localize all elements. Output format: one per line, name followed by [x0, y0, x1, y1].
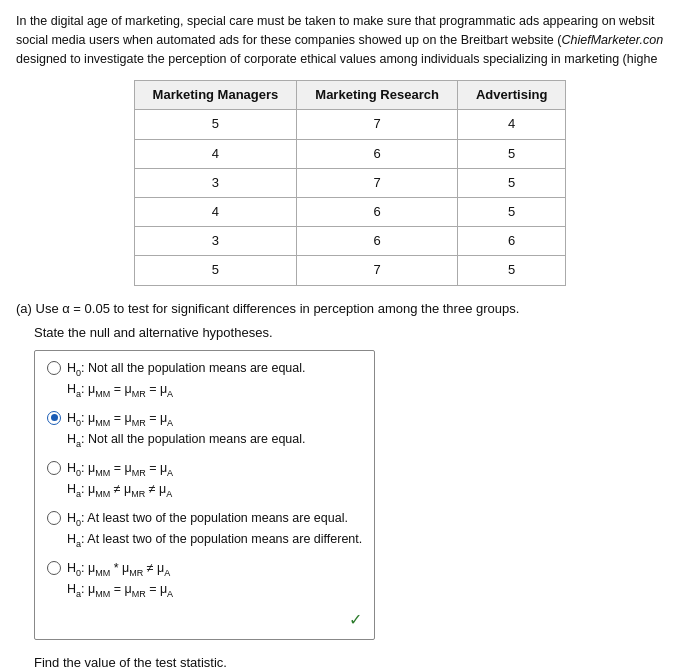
table-cell: 6	[457, 227, 566, 256]
hypotheses-checkmark: ✓	[349, 611, 362, 628]
hypothesis-option-2[interactable]: H0: μMM = μMR = μA Ha: Not all the popul…	[47, 409, 362, 451]
table-cell: 7	[297, 256, 458, 285]
radio-opt3[interactable]	[47, 461, 61, 475]
hyp-text-1: H0: Not all the population means are equ…	[67, 359, 306, 401]
hypothesis-option-4[interactable]: H0: At least two of the population means…	[47, 509, 362, 551]
table-cell: 5	[457, 256, 566, 285]
table-cell: 4	[457, 110, 566, 139]
table-row: 366	[134, 227, 566, 256]
hypotheses-box: H0: Not all the population means are equ…	[34, 350, 375, 640]
table-row: 575	[134, 256, 566, 285]
table-cell: 5	[457, 168, 566, 197]
hypothesis-option-5[interactable]: H0: μMM * μMR ≠ μA Ha: μMM = μMR = μA	[47, 559, 362, 601]
table-row: 465	[134, 139, 566, 168]
table-cell: 5	[134, 110, 297, 139]
table-cell: 6	[297, 139, 458, 168]
radio-opt2[interactable]	[47, 411, 61, 425]
table-cell: 7	[297, 110, 458, 139]
table-cell: 3	[134, 168, 297, 197]
col-header-mm: Marketing Managers	[134, 81, 297, 110]
table-cell: 5	[457, 198, 566, 227]
hypothesis-option-1[interactable]: H0: Not all the population means are equ…	[47, 359, 362, 401]
table-cell: 3	[134, 227, 297, 256]
table-cell: 4	[134, 139, 297, 168]
radio-opt4[interactable]	[47, 511, 61, 525]
table-cell: 5	[457, 139, 566, 168]
part-a-label: (a) Use α = 0.05 to test for significant…	[16, 300, 684, 318]
table-cell: 6	[297, 227, 458, 256]
col-header-mr: Marketing Research	[297, 81, 458, 110]
table-cell: 6	[297, 198, 458, 227]
radio-opt1[interactable]	[47, 361, 61, 375]
table-row: 375	[134, 168, 566, 197]
radio-opt5[interactable]	[47, 561, 61, 575]
hyp-text-5: H0: μMM * μMR ≠ μA Ha: μMM = μMR = μA	[67, 559, 173, 601]
hyp-text-4: H0: At least two of the population means…	[67, 509, 362, 551]
intro-text: In the digital age of marketing, special…	[16, 12, 684, 68]
table-cell: 5	[134, 256, 297, 285]
hyp-text-3: H0: μMM = μMR = μA Ha: μMM ≠ μMR ≠ μA	[67, 459, 173, 501]
find-statistic-label: Find the value of the test statistic.	[34, 654, 684, 670]
state-label: State the null and alternative hypothese…	[34, 324, 684, 342]
table-cell: 4	[134, 198, 297, 227]
table-row: 574	[134, 110, 566, 139]
hypothesis-option-3[interactable]: H0: μMM = μMR = μA Ha: μMM ≠ μMR ≠ μA	[47, 459, 362, 501]
col-header-adv: Advertising	[457, 81, 566, 110]
table-row: 465	[134, 198, 566, 227]
find-statistic-section: Find the value of the test statistic. ✓	[34, 654, 684, 670]
data-table: Marketing Managers Marketing Research Ad…	[134, 80, 567, 285]
table-cell: 7	[297, 168, 458, 197]
hyp-text-2: H0: μMM = μMR = μA Ha: Not all the popul…	[67, 409, 306, 451]
